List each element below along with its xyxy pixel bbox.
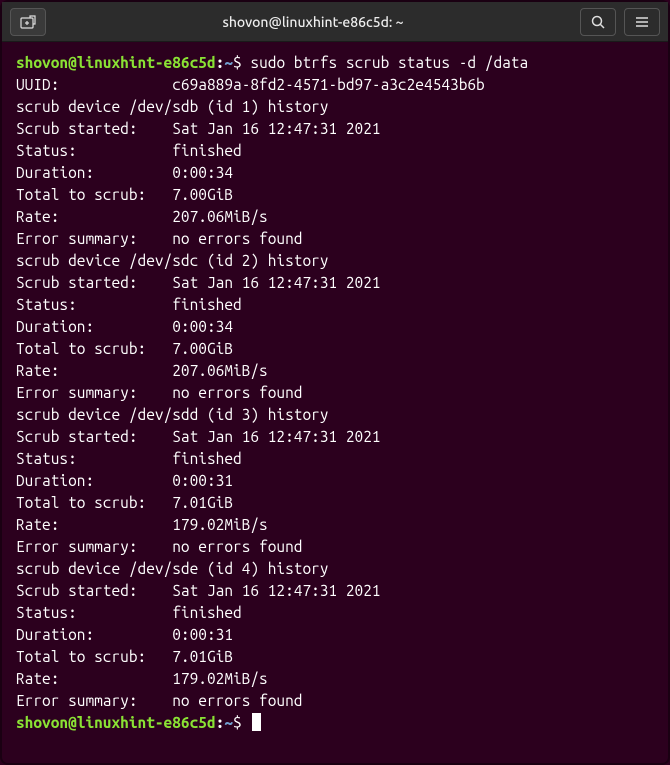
rate-value: 179.02MiB/s bbox=[172, 516, 267, 533]
total-value: 7.01GiB bbox=[172, 494, 233, 511]
status-value: finished bbox=[172, 604, 241, 621]
duration-value: 0:00:31 bbox=[172, 626, 233, 643]
prompt-symbol: $ bbox=[233, 54, 242, 71]
prompt-user-host: shovon@linuxhint-e86c5d bbox=[16, 714, 216, 731]
device-header: scrub device /dev/sdd (id 3) history bbox=[16, 406, 328, 423]
duration-value: 0:00:34 bbox=[172, 164, 233, 181]
rate-value: 179.02MiB/s bbox=[172, 670, 267, 687]
total-label: Total to scrub: bbox=[16, 340, 172, 357]
status-label: Status: bbox=[16, 142, 172, 159]
cursor bbox=[252, 713, 261, 731]
menu-button[interactable] bbox=[624, 8, 660, 36]
total-value: 7.01GiB bbox=[172, 648, 233, 665]
window-title: shovon@linuxhint-e86c5d: ~ bbox=[54, 14, 572, 30]
error-value: no errors found bbox=[172, 384, 302, 401]
device-header: scrub device /dev/sdb (id 1) history bbox=[16, 98, 328, 115]
duration-label: Duration: bbox=[16, 472, 172, 489]
status-label: Status: bbox=[16, 296, 172, 313]
started-label: Scrub started: bbox=[16, 274, 172, 291]
prompt-user-host: shovon@linuxhint-e86c5d bbox=[16, 54, 216, 71]
error-value: no errors found bbox=[172, 538, 302, 555]
prompt-path: ~ bbox=[224, 54, 233, 71]
started-value: Sat Jan 16 12:47:31 2021 bbox=[172, 582, 380, 599]
duration-value: 0:00:34 bbox=[172, 318, 233, 335]
status-label: Status: bbox=[16, 604, 172, 621]
uuid-value: c69a889a-8fd2-4571-bd97-a3c2e4543b6b bbox=[172, 76, 484, 93]
total-value: 7.00GiB bbox=[172, 186, 233, 203]
rate-label: Rate: bbox=[16, 516, 172, 533]
rate-label: Rate: bbox=[16, 208, 172, 225]
uuid-label: UUID: bbox=[16, 76, 172, 93]
duration-label: Duration: bbox=[16, 164, 172, 181]
new-tab-button[interactable] bbox=[10, 8, 46, 36]
error-label: Error summary: bbox=[16, 538, 172, 555]
error-value: no errors found bbox=[172, 692, 302, 709]
prompt-path: ~ bbox=[224, 714, 233, 731]
rate-value: 207.06MiB/s bbox=[172, 362, 267, 379]
command-text: sudo btrfs scrub status -d /data bbox=[250, 54, 528, 71]
total-label: Total to scrub: bbox=[16, 648, 172, 665]
error-label: Error summary: bbox=[16, 230, 172, 247]
total-label: Total to scrub: bbox=[16, 186, 172, 203]
started-label: Scrub started: bbox=[16, 120, 172, 137]
device-header: scrub device /dev/sde (id 4) history bbox=[16, 560, 328, 577]
rate-value: 207.06MiB/s bbox=[172, 208, 267, 225]
error-label: Error summary: bbox=[16, 384, 172, 401]
started-value: Sat Jan 16 12:47:31 2021 bbox=[172, 274, 380, 291]
duration-label: Duration: bbox=[16, 626, 172, 643]
started-label: Scrub started: bbox=[16, 582, 172, 599]
status-label: Status: bbox=[16, 450, 172, 467]
new-tab-icon bbox=[20, 15, 36, 29]
started-label: Scrub started: bbox=[16, 428, 172, 445]
duration-value: 0:00:31 bbox=[172, 472, 233, 489]
total-value: 7.00GiB bbox=[172, 340, 233, 357]
rate-label: Rate: bbox=[16, 670, 172, 687]
status-value: finished bbox=[172, 450, 241, 467]
terminal-output[interactable]: shovon@linuxhint-e86c5d:~$ sudo btrfs sc… bbox=[2, 42, 668, 744]
error-value: no errors found bbox=[172, 230, 302, 247]
titlebar: shovon@linuxhint-e86c5d: ~ bbox=[2, 2, 668, 42]
rate-label: Rate: bbox=[16, 362, 172, 379]
error-label: Error summary: bbox=[16, 692, 172, 709]
started-value: Sat Jan 16 12:47:31 2021 bbox=[172, 428, 380, 445]
device-header: scrub device /dev/sdc (id 2) history bbox=[16, 252, 328, 269]
prompt-symbol: $ bbox=[233, 714, 242, 731]
search-button[interactable] bbox=[580, 8, 616, 36]
started-value: Sat Jan 16 12:47:31 2021 bbox=[172, 120, 380, 137]
total-label: Total to scrub: bbox=[16, 494, 172, 511]
status-value: finished bbox=[172, 142, 241, 159]
hamburger-icon bbox=[635, 16, 649, 28]
status-value: finished bbox=[172, 296, 241, 313]
duration-label: Duration: bbox=[16, 318, 172, 335]
search-icon bbox=[591, 15, 605, 29]
